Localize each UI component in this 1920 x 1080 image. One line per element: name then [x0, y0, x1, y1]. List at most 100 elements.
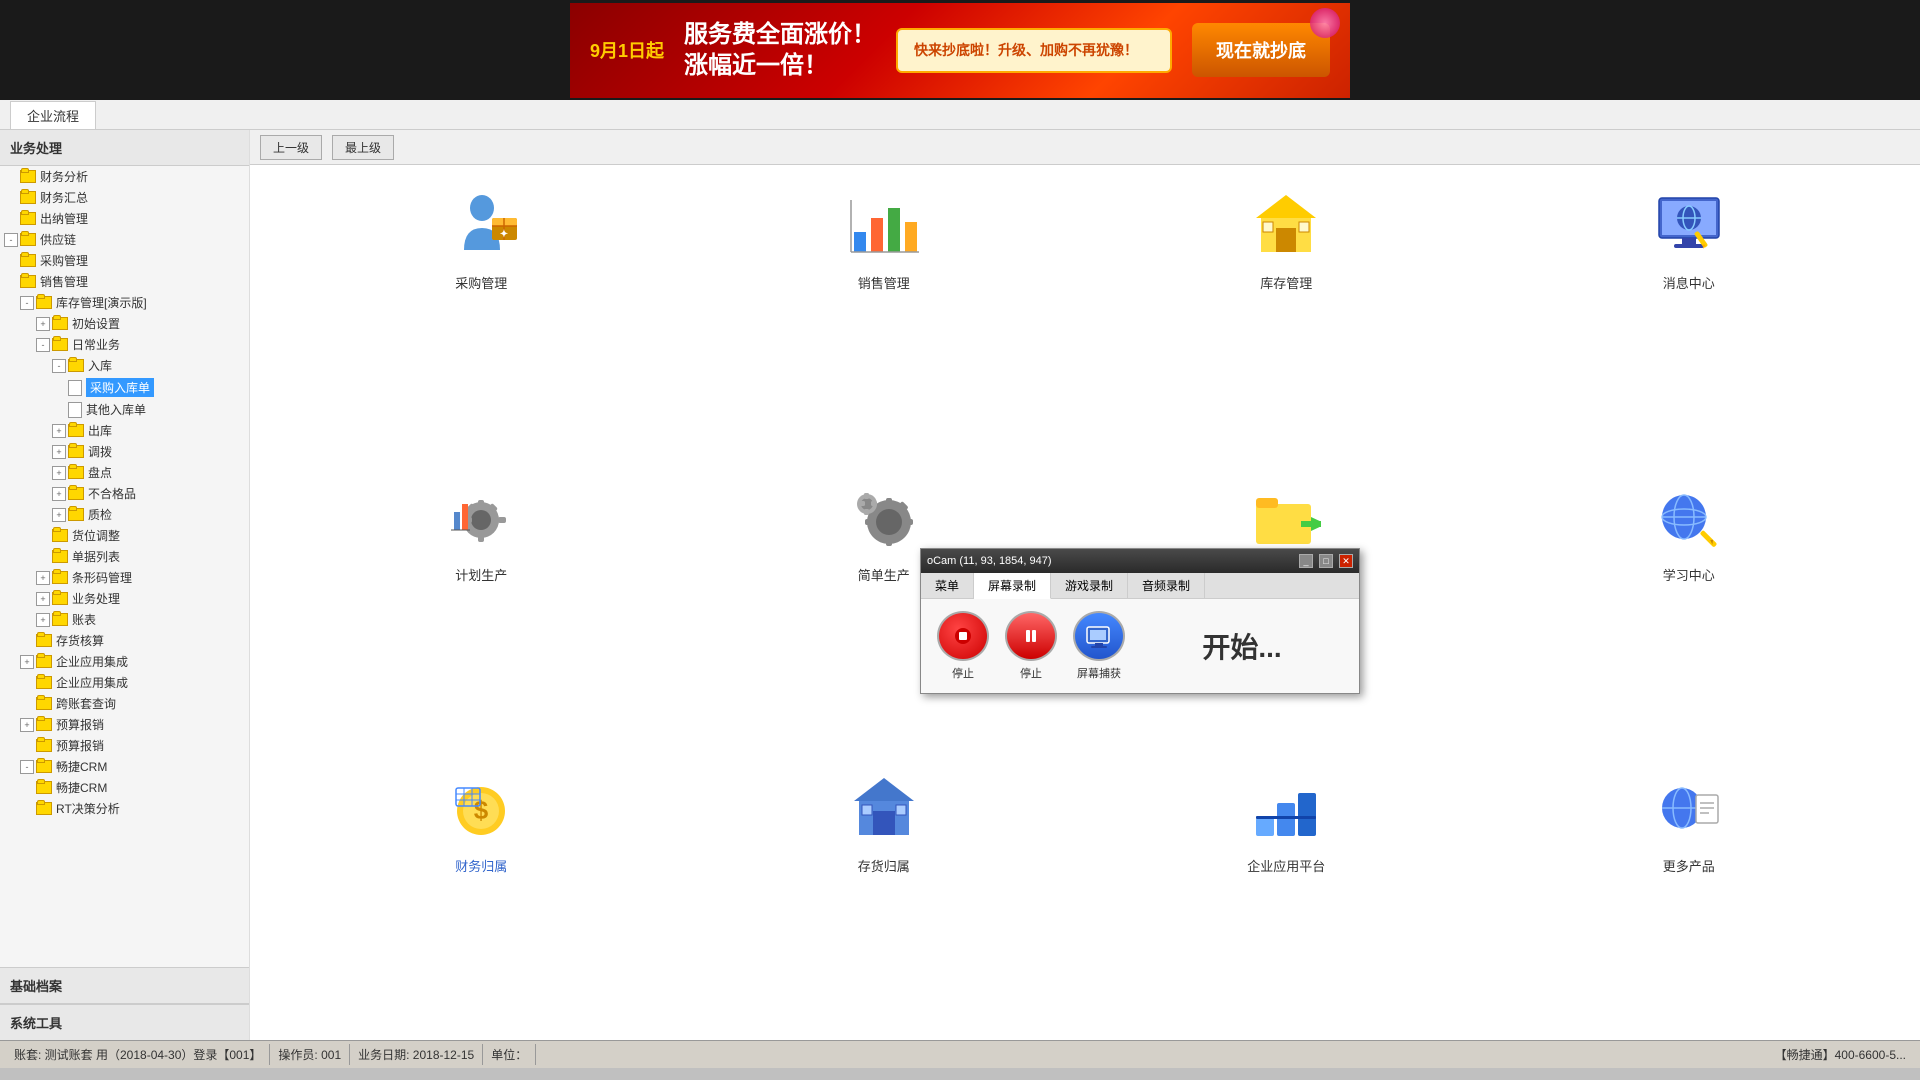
status-bar: 账套: 测试账套 用（2018-04-30）登录【001】 操作员: 001 业…: [0, 1040, 1920, 1068]
folder-icon: [20, 191, 36, 204]
grid-item-caiwu-guisu[interactable]: $ 财务归属: [290, 768, 673, 1020]
banner: 9月1日起 服务费全面涨价！ 涨幅近一倍！ 快来抄底啦！升级、加购不再犹豫！ 现…: [0, 0, 1920, 100]
sidebar-item-caiwu-fenxi[interactable]: 财务分析: [0, 166, 249, 187]
status-operator: 操作员: 001: [270, 1044, 350, 1065]
icon-box-learning: [1649, 477, 1729, 557]
folder-icon: [36, 760, 52, 773]
ocam-dialog: oCam (11, 93, 1854, 947) _ □ ✕ 菜单 屏幕录制 游…: [920, 548, 1360, 694]
screen-capture-icon: [1085, 624, 1113, 648]
ocam-stop-record-button[interactable]: [937, 611, 989, 661]
sidebar-item-caigou-rukudan[interactable]: 采购入库单: [0, 376, 249, 399]
folder-icon: [52, 613, 68, 626]
grid-label-cangchu-guisu: 存货归属: [858, 856, 910, 875]
simple-production-icon: [849, 482, 919, 552]
expand-icon: -: [36, 338, 50, 352]
content-area: 上一级 最上级: [250, 130, 1920, 1040]
ocam-tab-screen-record[interactable]: 屏幕录制: [974, 573, 1051, 599]
content-toolbar: 上一级 最上级: [250, 130, 1920, 165]
file-icon: [68, 402, 82, 418]
grid-item-caigou-guanli[interactable]: ✦ 采购管理: [290, 185, 673, 437]
sidebar-item-caiwu-huizong[interactable]: 财务汇总: [0, 187, 249, 208]
ocam-title-text: oCam (11, 93, 1854, 947): [927, 555, 1293, 567]
grid-label-caigou-guanli: 采购管理: [455, 273, 507, 292]
folder-icon: [20, 233, 36, 246]
sidebar-item-kuajie-chaxun[interactable]: 跨账套查询: [0, 693, 249, 714]
folder-icon: [68, 424, 84, 437]
sidebar-item-qita-rukudan[interactable]: 其他入库单: [0, 399, 249, 420]
sidebar: 业务处理 财务分析 财务汇总 出纳管理 - 供应链: [0, 130, 250, 1040]
ocam-pause-label: 停止: [1020, 665, 1042, 681]
ocam-restore-button[interactable]: □: [1319, 554, 1333, 568]
sidebar-item-yusuan-baoxiao[interactable]: + 预算报销: [0, 714, 249, 735]
ocam-stop-record-label: 停止: [952, 665, 974, 681]
grid-item-cangchu-guisu[interactable]: 存货归属: [693, 768, 1076, 1020]
sidebar-item-qiye-yingyong-jicheng2[interactable]: 企业应用集成: [0, 672, 249, 693]
sidebar-item-kucun-guanli[interactable]: - 库存管理[演示版]: [0, 292, 249, 313]
sidebar-item-changjie-crm2[interactable]: 畅捷CRM: [0, 777, 249, 798]
sidebar-item-chushi-shezhi[interactable]: + 初始设置: [0, 313, 249, 334]
ocam-close-button[interactable]: ✕: [1339, 554, 1353, 568]
banner-cta-button[interactable]: 现在就抄底: [1192, 23, 1330, 77]
sidebar-item-qiye-yingyong-jicheng[interactable]: + 企业应用集成: [0, 651, 249, 672]
expand-icon: +: [52, 424, 66, 438]
grid-label-xiaoxi-zhongxin: 消息中心: [1663, 273, 1715, 292]
sidebar-item-ruku[interactable]: - 入库: [0, 355, 249, 376]
sidebar-item-yusuan-baoxiao2[interactable]: 预算报销: [0, 735, 249, 756]
sidebar-item-tiaoxingma-guanli[interactable]: + 条形码管理: [0, 567, 249, 588]
ocam-tab-menu[interactable]: 菜单: [921, 573, 974, 598]
sidebar-item-kucun-hesuan[interactable]: 存货核算: [0, 630, 249, 651]
grid-item-xiaoxi-zhongxin[interactable]: 消息中心: [1498, 185, 1881, 437]
ocam-screen-capture-label: 屏幕捕获: [1077, 665, 1121, 681]
sidebar-item-rt-juece-fenxi[interactable]: RT决策分析: [0, 798, 249, 819]
sidebar-item-gongyingshang[interactable]: - 供应链: [0, 229, 249, 250]
grid-item-qiye-yingyong-pingtai[interactable]: 企业应用平台: [1095, 768, 1478, 1020]
sidebar-item-pandian[interactable]: + 盘点: [0, 462, 249, 483]
expand-icon: -: [20, 760, 34, 774]
prev-level-button[interactable]: 上一级: [260, 135, 322, 160]
grid-item-xiaoshou-guanli[interactable]: 销售管理: [693, 185, 1076, 437]
banner-headline: 服务费全面涨价！ 涨幅近一倍！: [684, 19, 876, 81]
ocam-tab-audio-record[interactable]: 音频录制: [1128, 573, 1205, 598]
ocam-pause-group: 停止: [1005, 611, 1057, 681]
tab-enterprise-flow[interactable]: 企业流程: [10, 101, 96, 129]
grid-label-xiaoshou-guanli: 销售管理: [858, 273, 910, 292]
banner-date: 9月1日起: [590, 37, 664, 63]
sidebar-item-zhangbiao[interactable]: + 账表: [0, 609, 249, 630]
folder-icon: [36, 697, 52, 710]
sidebar-item-caigou-guanli[interactable]: 采购管理: [0, 250, 249, 271]
sidebar-item-buhege-pin[interactable]: + 不合格品: [0, 483, 249, 504]
expand-icon: +: [52, 487, 66, 501]
folder-icon: [36, 296, 52, 309]
expand-icon: +: [36, 317, 50, 331]
sidebar-item-zhijian[interactable]: + 质检: [0, 504, 249, 525]
folder-icon: [68, 466, 84, 479]
icon-box-message: [1649, 185, 1729, 265]
grid-item-jihua-shengchan[interactable]: 计划生产: [290, 477, 673, 729]
sidebar-item-dan-liebiao[interactable]: 单据列表: [0, 546, 249, 567]
ocam-pause-button[interactable]: [1005, 611, 1057, 661]
expand-icon: +: [20, 655, 34, 669]
sidebar-item-chunna-guanli[interactable]: 出纳管理: [0, 208, 249, 229]
sidebar-item-huowei-tiaozheng[interactable]: 货位调整: [0, 525, 249, 546]
icon-box-enterprise-platform: [1246, 768, 1326, 848]
grid-label-geng-duo-chanpin: 更多产品: [1663, 856, 1715, 875]
status-account: 账套: 测试账套 用（2018-04-30）登录【001】: [6, 1044, 270, 1065]
ocam-screen-capture-button[interactable]: [1073, 611, 1125, 661]
ocam-tab-game-record[interactable]: 游戏录制: [1051, 573, 1128, 598]
folder-icon: [20, 275, 36, 288]
inventory-attr-icon: [849, 773, 919, 843]
grid-item-kucun-guanli[interactable]: 库存管理: [1095, 185, 1478, 437]
ocam-minimize-button[interactable]: _: [1299, 554, 1313, 568]
sidebar-item-chuku[interactable]: + 出库: [0, 420, 249, 441]
sidebar-item-changjie-crm[interactable]: - 畅捷CRM: [0, 756, 249, 777]
expand-icon: +: [36, 571, 50, 585]
grid-item-xuexi-zhongxin[interactable]: 学习中心: [1498, 477, 1881, 729]
sidebar-item-richang-yewu[interactable]: - 日常业务: [0, 334, 249, 355]
top-level-button[interactable]: 最上级: [332, 135, 394, 160]
sidebar-item-yewu-chuli[interactable]: + 业务处理: [0, 588, 249, 609]
sidebar-item-tiaodiao[interactable]: + 调拨: [0, 441, 249, 462]
grid-item-geng-duo-chanpin[interactable]: 更多产品: [1498, 768, 1881, 1020]
expand-icon: -: [52, 359, 66, 373]
sidebar-item-xiaoshou-guanli[interactable]: 销售管理: [0, 271, 249, 292]
ocam-titlebar: oCam (11, 93, 1854, 947) _ □ ✕: [921, 549, 1359, 573]
